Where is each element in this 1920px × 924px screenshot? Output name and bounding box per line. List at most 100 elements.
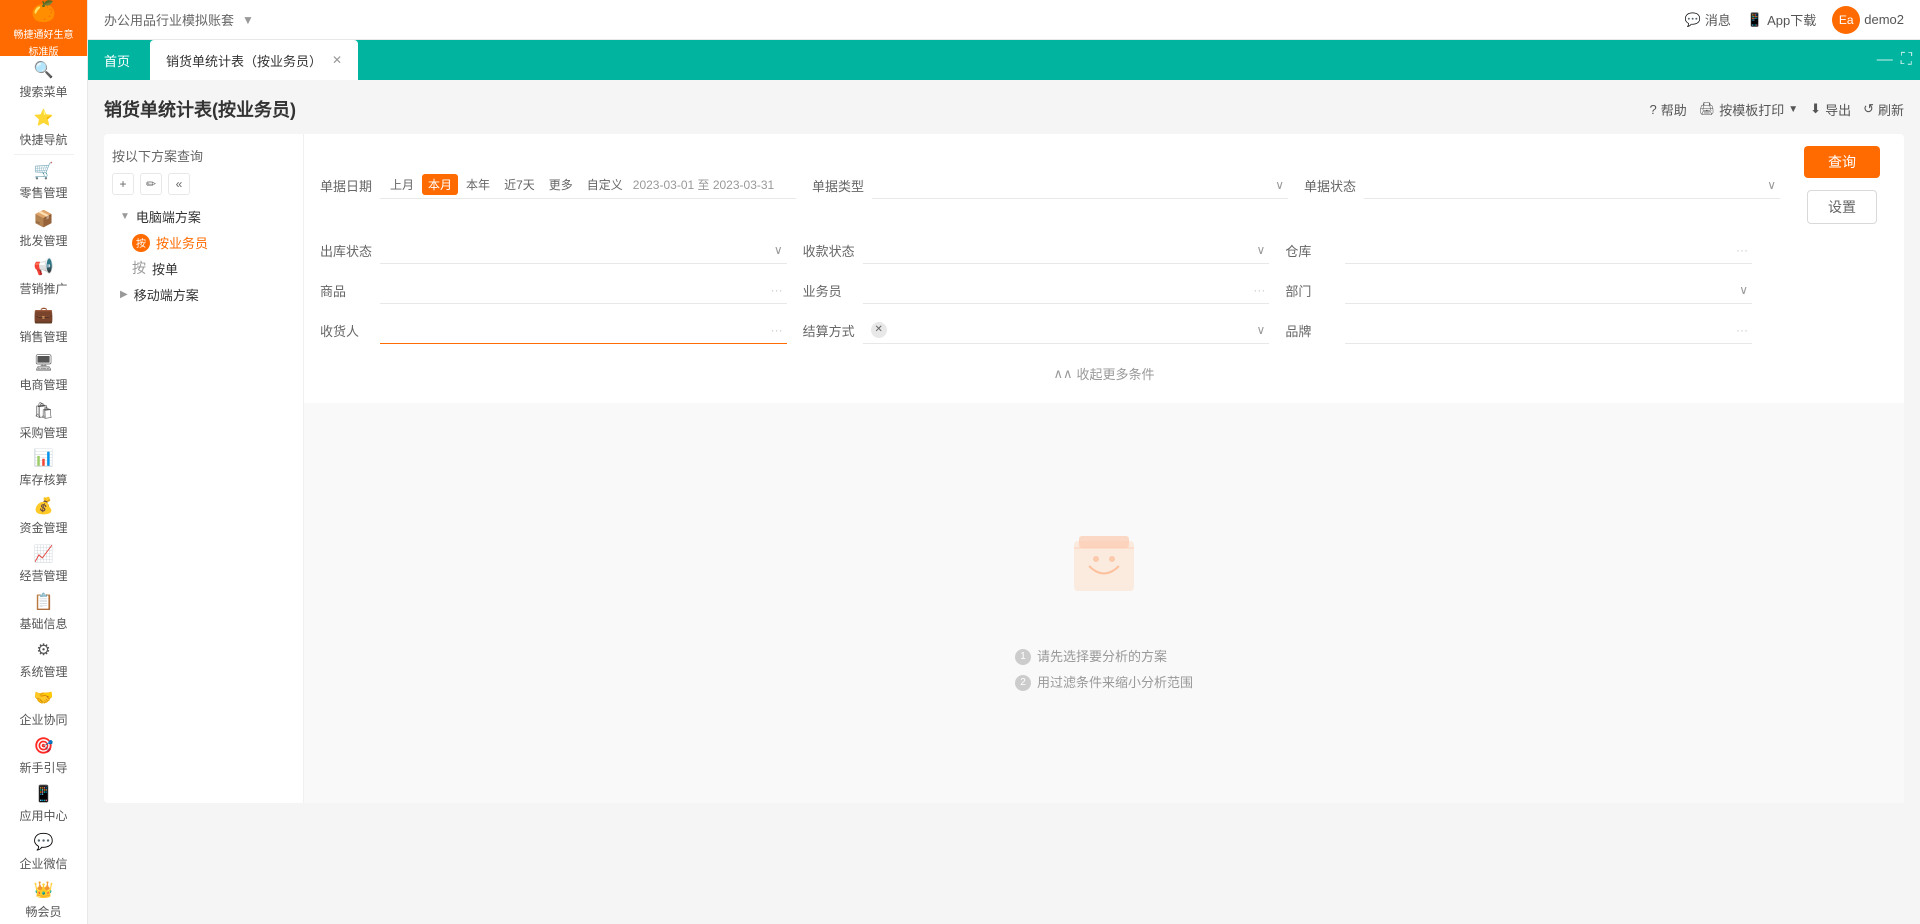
- export-btn[interactable]: ⬇ 导出: [1810, 100, 1851, 119]
- collect-status-control[interactable]: ∨: [863, 236, 1270, 264]
- user-menu[interactable]: Ea demo2: [1832, 6, 1904, 34]
- sidebar-item-retail[interactable]: 🛒 零售管理: [0, 157, 88, 205]
- empty-tips: 1 请先选择要分析的方案 2 用过滤条件来缩小分析范围: [1015, 644, 1193, 696]
- sidebar-item-sales[interactable]: 💼 销售管理: [0, 301, 88, 349]
- filter-staff: 业务员 ···: [803, 276, 1270, 304]
- date-tab-more[interactable]: 更多: [543, 174, 579, 195]
- out-status-arrow: ∨: [774, 243, 783, 257]
- enterprise-icon: 🤝: [34, 688, 54, 708]
- sidebar-item-search[interactable]: 🔍 搜索菜单: [0, 56, 88, 104]
- sidebar-label-quick: 快捷导航: [19, 131, 67, 148]
- sidebar-item-basic[interactable]: 📋 基础信息: [0, 588, 88, 636]
- sidebar-label-operation: 经营管理: [19, 567, 67, 584]
- date-tab-custom[interactable]: 自定义: [581, 174, 629, 195]
- date-tab-7days[interactable]: 近7天: [498, 174, 541, 195]
- sidebar-item-purchase[interactable]: 🛍 采购管理: [0, 397, 88, 445]
- set-button[interactable]: 设置: [1807, 190, 1877, 224]
- payment-control[interactable]: ✕ ∨: [863, 316, 1270, 344]
- tab-minimize-btn[interactable]: —: [1877, 51, 1893, 69]
- sidebar-item-ecommerce[interactable]: 🖥 电商管理: [0, 349, 88, 397]
- out-status-label: 出库状态: [320, 241, 372, 260]
- scheme-by-staff[interactable]: 按 按业务员: [124, 230, 295, 255]
- sidebar-item-apps[interactable]: 📱 应用中心: [0, 780, 88, 828]
- sidebar-item-inventory[interactable]: 📊 库存核算: [0, 445, 88, 493]
- tab-maximize-btn[interactable]: ⛶: [1901, 51, 1912, 69]
- dept-control[interactable]: ∨: [1345, 276, 1752, 304]
- out-status-control[interactable]: ∨: [380, 236, 787, 264]
- staff-scheme-label: 按业务员: [156, 233, 208, 252]
- help-btn[interactable]: ? 帮助: [1649, 100, 1686, 119]
- brand-control[interactable]: ···: [1345, 316, 1752, 344]
- collapse-conditions-btn[interactable]: ∧∧ 收起更多条件: [1053, 364, 1154, 383]
- sidebar-item-quick[interactable]: ⭐ 快捷导航: [0, 104, 88, 152]
- sidebar-item-operation[interactable]: 📈 经营管理: [0, 540, 88, 588]
- filter-panel: 单据日期 上月 本月 本年 近7天 更多 自定义: [304, 134, 1904, 403]
- finance-icon: 💰: [34, 496, 54, 516]
- filter-date: 单据日期 上月 本月 本年 近7天 更多 自定义: [320, 171, 796, 199]
- sidebar-item-newbie[interactable]: 🎯 新手引导: [0, 732, 88, 780]
- sidebar-label-marketing: 营销推广: [19, 280, 67, 297]
- doc-status-control[interactable]: ∨: [1364, 171, 1780, 199]
- sidebar-item-finance[interactable]: 💰 资金管理: [0, 492, 88, 540]
- header-right: 💬 消息 📱 App下载 Ea demo2: [1685, 6, 1904, 34]
- date-tab-this-year[interactable]: 本年: [460, 174, 496, 195]
- date-label: 单据日期: [320, 176, 372, 195]
- scheme-by-order[interactable]: 按 按单: [124, 255, 295, 281]
- staff-scheme-icon: 按: [132, 234, 150, 252]
- download-icon: 📱: [1747, 12, 1763, 28]
- collapse-scheme-btn[interactable]: «: [168, 173, 190, 195]
- mobile-group-label: 移动端方案: [134, 285, 199, 304]
- collect-status-arrow: ∨: [1257, 243, 1266, 257]
- tab-close-icon[interactable]: ✕: [332, 53, 342, 67]
- sidebar-item-wholesale[interactable]: 📦 批发管理: [0, 205, 88, 253]
- tree-expand-icon: ▼: [120, 211, 130, 222]
- sidebar-label-sales: 销售管理: [19, 328, 67, 345]
- sidebar-item-member[interactable]: 👑 畅会员: [0, 876, 88, 924]
- empty-state-illustration: [1054, 511, 1154, 628]
- receiver-control[interactable]: ···: [380, 316, 787, 344]
- staff-control[interactable]: ···: [863, 276, 1270, 304]
- tree-mobile-group[interactable]: ▶ 移动端方案: [112, 281, 295, 308]
- message-btn[interactable]: 💬 消息: [1685, 10, 1731, 29]
- template-print-btn[interactable]: 🖨 按模板打印 ▼: [1699, 100, 1798, 119]
- main-content: 办公用品行业模拟账套 ▼ 💬 消息 📱 App下载 Ea demo2 首页: [88, 0, 1920, 924]
- refresh-btn[interactable]: ↺ 刷新: [1863, 100, 1904, 119]
- payment-clear-btn[interactable]: ✕: [871, 322, 887, 338]
- message-icon: 💬: [1685, 12, 1701, 28]
- member-icon: 👑: [34, 880, 54, 900]
- add-scheme-btn[interactable]: +: [112, 173, 134, 195]
- page-header: 销货单统计表(按业务员) ? 帮助 🖨 按模板打印 ▼ ⬇ 导出: [104, 96, 1904, 122]
- filter-doc-type: 单据类型 ∨: [812, 171, 1288, 199]
- tip-text-1: 请先选择要分析的方案: [1037, 644, 1167, 670]
- sidebar-divider-1: [14, 154, 74, 155]
- empty-tip-2: 2 用过滤条件来缩小分析范围: [1015, 670, 1193, 696]
- query-button[interactable]: 查询: [1804, 146, 1880, 178]
- product-control[interactable]: ···: [380, 276, 787, 304]
- sidebar-item-marketing[interactable]: 📢 营销推广: [0, 253, 88, 301]
- doc-type-control[interactable]: ∨: [872, 171, 1288, 199]
- edit-scheme-btn[interactable]: ✏: [140, 173, 162, 195]
- sidebar-item-system[interactable]: ⚙ 系统管理: [0, 636, 88, 684]
- order-scheme-label: 按单: [152, 259, 178, 278]
- app-download-btn[interactable]: 📱 App下载: [1747, 10, 1816, 29]
- warehouse-control[interactable]: ···: [1345, 236, 1752, 264]
- sidebar-item-wechat[interactable]: 💬 企业微信: [0, 828, 88, 876]
- tab-sales-report[interactable]: 销货单统计表（按业务员） ✕: [150, 40, 358, 80]
- tree-computer-group[interactable]: ▼ 电脑端方案: [112, 203, 295, 230]
- warehouse-more: ···: [1736, 243, 1748, 257]
- sidebar-item-enterprise[interactable]: 🤝 企业协同: [0, 684, 88, 732]
- top-header: 办公用品行业模拟账套 ▼ 💬 消息 📱 App下载 Ea demo2: [88, 0, 1920, 40]
- sidebar-label-search: 搜索菜单: [19, 83, 67, 100]
- breadcrumb-dropdown-icon[interactable]: ▼: [242, 13, 254, 27]
- date-control[interactable]: 上月 本月 本年 近7天 更多 自定义 2023-03-01 至 2023-03…: [380, 171, 796, 199]
- date-tab-last-month[interactable]: 上月: [384, 174, 420, 195]
- help-icon: ?: [1649, 102, 1656, 117]
- date-tab-this-month[interactable]: 本月: [422, 174, 458, 195]
- inventory-icon: 📊: [34, 448, 54, 468]
- sidebar-label-retail: 零售管理: [19, 184, 67, 201]
- tab-home[interactable]: 首页: [88, 40, 146, 80]
- staff-more: ···: [1253, 283, 1265, 297]
- order-scheme-icon: 按: [132, 258, 146, 278]
- doc-status-label: 单据状态: [1304, 176, 1356, 195]
- payment-label: 结算方式: [803, 321, 855, 340]
